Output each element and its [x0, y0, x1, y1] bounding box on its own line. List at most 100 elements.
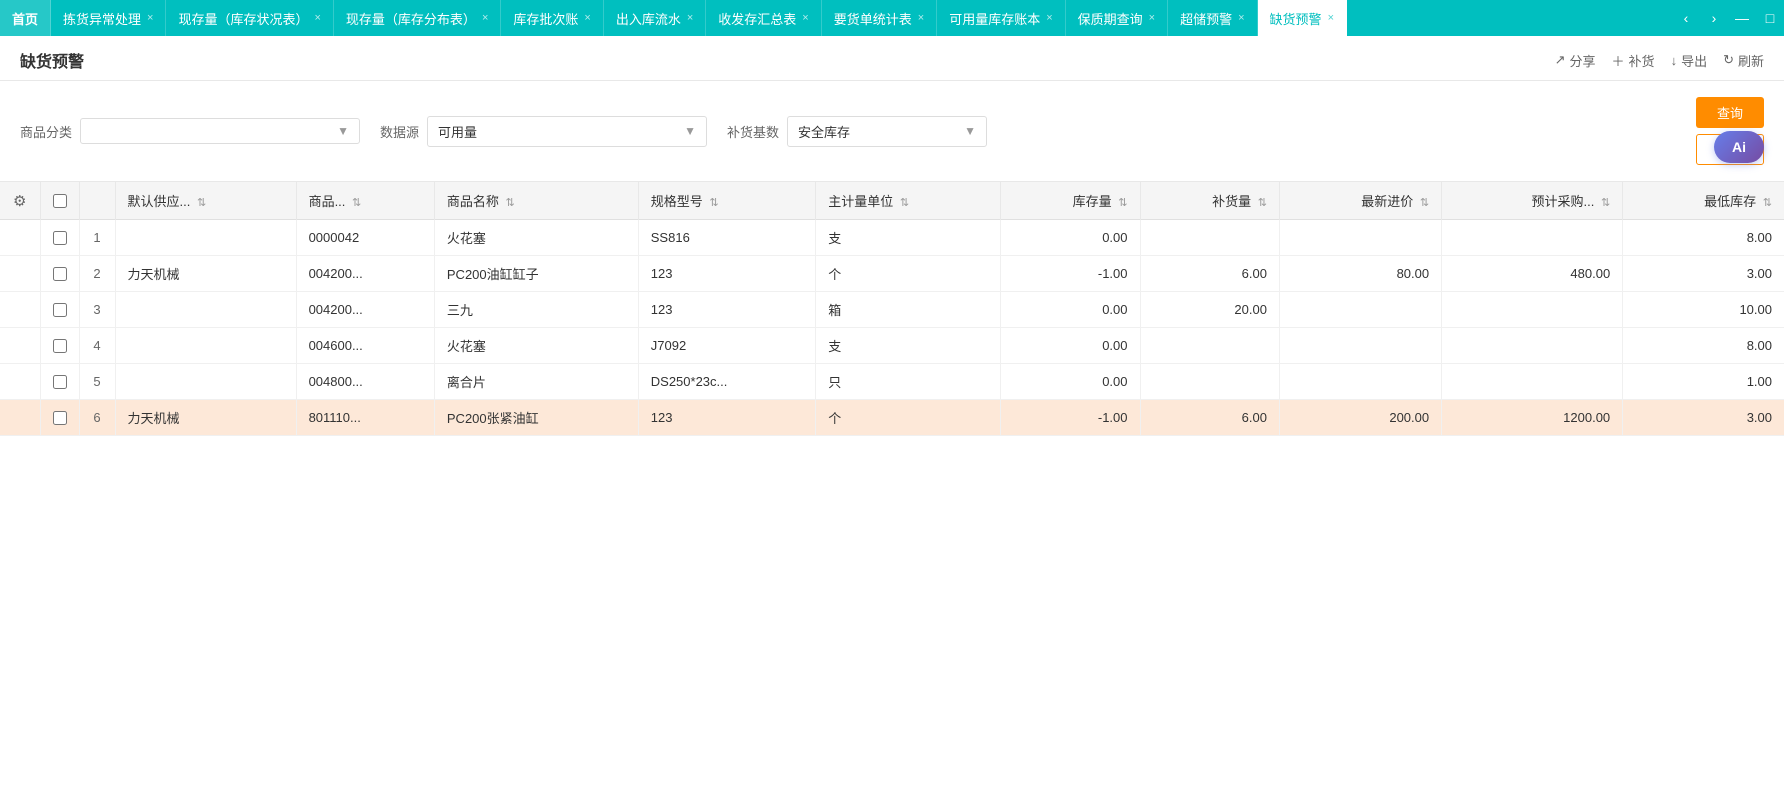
td-checkbox: [40, 364, 79, 400]
th-replenish-qty[interactable]: 补货量 ⇅: [1140, 182, 1279, 220]
table-row: 3 004200... 三九 123 箱 0.00 20.00 10.00: [0, 292, 1784, 328]
filter-select-datasource-value: 可用量: [438, 122, 477, 141]
ai-button[interactable]: Ai: [1714, 131, 1764, 163]
tab-home[interactable]: 首页: [0, 0, 51, 36]
th-min-stock[interactable]: 最低库存 ⇅: [1623, 182, 1784, 220]
filter-area: 商品分类 ▼ 数据源 可用量 ▼ 补货基数 安全库存 ▼ 查询 设置: [0, 81, 1784, 182]
th-checkbox: [40, 182, 79, 220]
query-button[interactable]: 查询: [1696, 97, 1764, 128]
tab-batch[interactable]: 库存批次账 ×: [501, 0, 603, 36]
filter-select-basis-value: 安全库存: [798, 122, 850, 141]
tab-stock-status[interactable]: 现存量（库存状况表） ×: [166, 0, 333, 36]
tab-bar: 首页 拣货异常处理 × 现存量（库存状况表） × 现存量（库存分布表） × 库存…: [0, 0, 1784, 36]
sort-icon-min: ⇅: [1763, 197, 1772, 209]
td-estimated-purchase: [1442, 220, 1623, 256]
tab-exception[interactable]: 拣货异常处理 ×: [51, 0, 166, 36]
td-estimated-purchase: 1200.00: [1442, 400, 1623, 436]
tab-maximize-btn[interactable]: □: [1756, 0, 1784, 36]
row-checkbox[interactable]: [53, 339, 67, 353]
th-spec-model[interactable]: 规格型号 ⇅: [638, 182, 815, 220]
td-supplier: 力天机械: [115, 256, 296, 292]
td-stock-qty: 0.00: [1001, 292, 1140, 328]
tab-stock-dist[interactable]: 现存量（库存分布表） ×: [334, 0, 501, 36]
replenish-button[interactable]: ＋ 补货: [1612, 51, 1655, 70]
filter-label-category: 商品分类: [20, 122, 72, 141]
tab-prev-btn[interactable]: ‹: [1672, 0, 1700, 36]
tab-close-inout-flow[interactable]: ×: [687, 12, 693, 24]
td-latest-price: [1279, 328, 1441, 364]
td-supplier: [115, 220, 296, 256]
page-title: 缺货预警: [20, 48, 1555, 72]
th-settings[interactable]: ⚙: [0, 182, 40, 220]
header-actions: ↗ 分享 ＋ 补货 ↓ 导出 ↻ 刷新: [1555, 51, 1764, 70]
tab-next-btn[interactable]: ›: [1700, 0, 1728, 36]
tab-demand-stat[interactable]: 要货单统计表 ×: [822, 0, 937, 36]
th-seq: [79, 182, 115, 220]
th-default-supplier[interactable]: 默认供应... ⇅: [115, 182, 296, 220]
th-stock-qty[interactable]: 库存量 ⇅: [1001, 182, 1140, 220]
td-seq: 2: [79, 256, 115, 292]
tab-available-ledger[interactable]: 可用量库存账本 ×: [937, 0, 1065, 36]
td-min-stock: 3.00: [1623, 400, 1784, 436]
row-checkbox[interactable]: [53, 231, 67, 245]
tab-overstock[interactable]: 超储预警 ×: [1168, 0, 1257, 36]
td-unit: 支: [816, 220, 1001, 256]
row-checkbox[interactable]: [53, 267, 67, 281]
td-settings: [0, 364, 40, 400]
tab-minimize-btn[interactable]: —: [1728, 0, 1756, 36]
tab-close-demand-stat[interactable]: ×: [918, 12, 924, 24]
th-unit[interactable]: 主计量单位 ⇅: [816, 182, 1001, 220]
tab-inout-flow[interactable]: 出入库流水 ×: [604, 0, 706, 36]
refresh-button[interactable]: ↻ 刷新: [1723, 51, 1764, 70]
tab-close-expiry-query[interactable]: ×: [1149, 12, 1155, 24]
export-button[interactable]: ↓ 导出: [1671, 51, 1708, 70]
tab-close-exception[interactable]: ×: [147, 12, 153, 24]
filter-select-datasource[interactable]: 可用量 ▼: [427, 116, 707, 147]
table-row: 5 004800... 离合片 DS250*23c... 只 0.00 1.00: [0, 364, 1784, 400]
tab-expiry-query[interactable]: 保质期查询 ×: [1066, 0, 1168, 36]
th-estimated-purchase[interactable]: 预计采购... ⇅: [1442, 182, 1623, 220]
td-supplier: [115, 364, 296, 400]
row-checkbox[interactable]: [53, 303, 67, 317]
td-stock-qty: 0.00: [1001, 220, 1140, 256]
tab-close-available-ledger[interactable]: ×: [1046, 12, 1052, 24]
th-product-code[interactable]: 商品... ⇅: [296, 182, 434, 220]
tab-close-batch[interactable]: ×: [584, 12, 590, 24]
row-checkbox[interactable]: [53, 375, 67, 389]
page-header: 缺货预警 ↗ 分享 ＋ 补货 ↓ 导出 ↻ 刷新: [0, 36, 1784, 81]
share-button[interactable]: ↗ 分享: [1555, 51, 1596, 70]
table-row: 1 0000042 火花塞 SS816 支 0.00 8.00: [0, 220, 1784, 256]
tab-close-stock-status[interactable]: ×: [314, 12, 320, 24]
td-settings: [0, 328, 40, 364]
th-product-name[interactable]: 商品名称 ⇅: [434, 182, 638, 220]
data-table: ⚙ 默认供应... ⇅ 商品... ⇅: [0, 182, 1784, 436]
tab-close-overstock[interactable]: ×: [1238, 12, 1244, 24]
td-min-stock: 8.00: [1623, 328, 1784, 364]
td-min-stock: 10.00: [1623, 292, 1784, 328]
td-seq: 6: [79, 400, 115, 436]
td-name: 火花塞: [434, 328, 638, 364]
filter-select-basis[interactable]: 安全库存 ▼: [787, 116, 987, 147]
sort-icon-estimated: ⇅: [1601, 197, 1610, 209]
td-name: PC200张紧油缸: [434, 400, 638, 436]
tab-close-stock-dist[interactable]: ×: [482, 12, 488, 24]
td-spec: SS816: [638, 220, 815, 256]
td-code: 004200...: [296, 256, 434, 292]
td-estimated-purchase: 480.00: [1442, 256, 1623, 292]
tab-close-shortage[interactable]: ×: [1328, 12, 1334, 24]
chevron-down-icon-datasource: ▼: [684, 124, 696, 138]
tab-shortage[interactable]: 缺货预警 ×: [1258, 0, 1347, 36]
row-checkbox[interactable]: [53, 411, 67, 425]
th-latest-price[interactable]: 最新进价 ⇅: [1279, 182, 1441, 220]
table-settings-icon[interactable]: ⚙: [12, 192, 28, 210]
tab-close-collect-pay[interactable]: ×: [802, 12, 808, 24]
td-name: 三九: [434, 292, 638, 328]
table-row: 6 力天机械 801110... PC200张紧油缸 123 个 -1.00 6…: [0, 400, 1784, 436]
refresh-icon: ↻: [1723, 52, 1734, 68]
replenish-icon: ＋: [1612, 51, 1625, 70]
td-min-stock: 3.00: [1623, 256, 1784, 292]
tab-collect-pay[interactable]: 收发存汇总表 ×: [706, 0, 821, 36]
select-all-checkbox[interactable]: [53, 194, 67, 208]
filter-select-category[interactable]: ▼: [80, 118, 360, 144]
td-checkbox: [40, 292, 79, 328]
